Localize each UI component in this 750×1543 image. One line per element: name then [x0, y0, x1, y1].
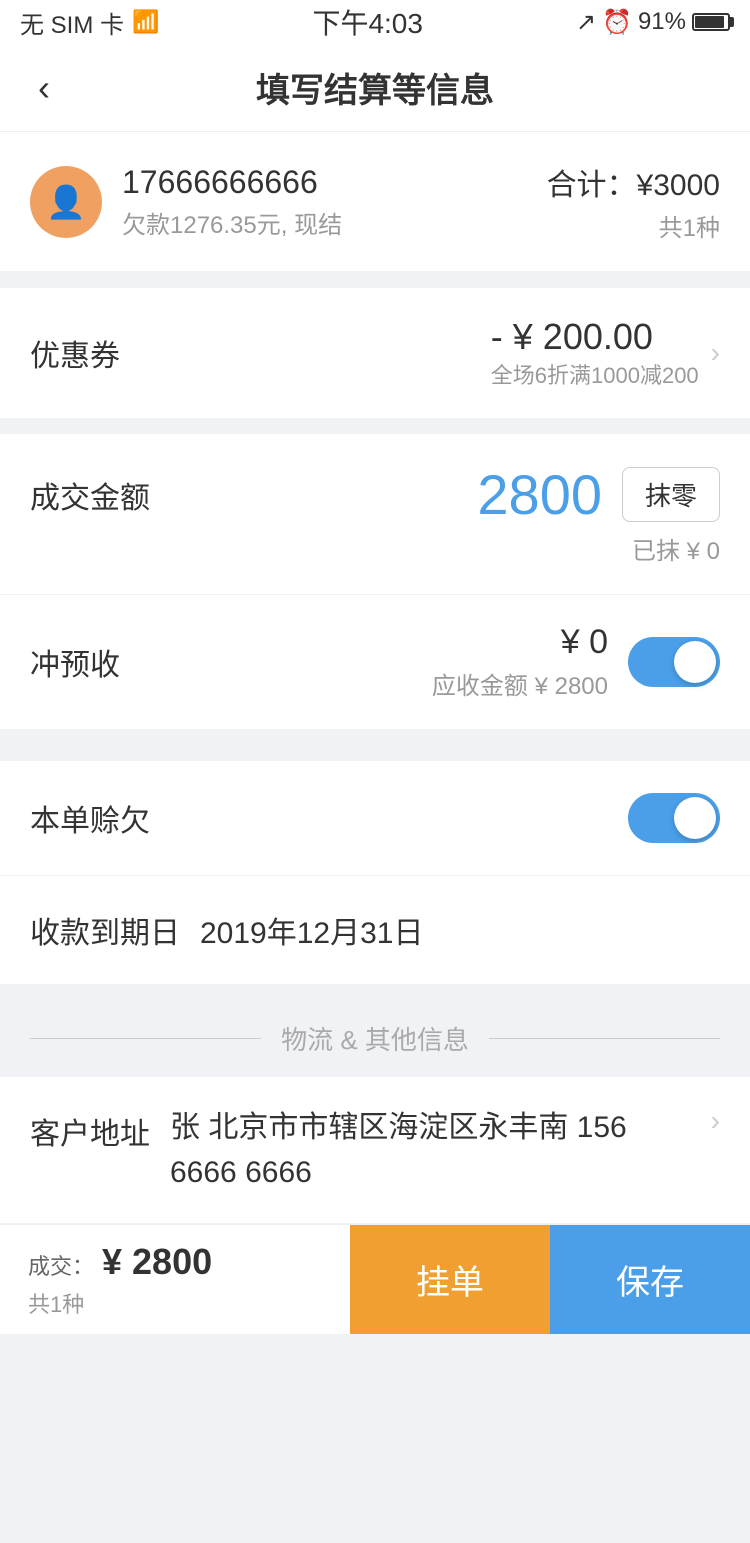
coupon-value-group: - ¥ 200.00 全场6折满1000减200: [491, 316, 699, 390]
wifi-icon: 📶: [132, 9, 159, 35]
logistics-text: 物流 & 其他信息: [281, 1020, 469, 1057]
debt-label: 本单赊欠: [30, 796, 150, 840]
round-button[interactable]: 抹零: [622, 467, 720, 522]
debt-toggle-thumb: [674, 797, 716, 839]
duedate-section: 收款到期日 2019年12月31日: [0, 875, 750, 984]
save-button-label: 保存: [616, 1255, 684, 1304]
coupon-label: 优惠券: [30, 331, 120, 375]
section-divider-1: [0, 418, 750, 434]
total-sub: 共1种: [547, 208, 720, 243]
customer-details: 17666666666 欠款1276.35元, 现结: [122, 164, 342, 240]
advance-section: 冲预收 ¥ 0 应收金额 ¥ 2800: [0, 594, 750, 729]
coupon-sub: 全场6折满1000减200: [491, 358, 699, 390]
coupon-amount: - ¥ 200.00: [491, 316, 699, 358]
deal-row: 成交金额 2800 抹零: [30, 462, 720, 527]
deal-section: 成交金额 2800 抹零 已抹 ¥ 0: [0, 434, 750, 594]
customer-info-section: 👤 17666666666 欠款1276.35元, 现结 合计：¥3000 共1…: [0, 132, 750, 271]
advance-sub: 应收金额 ¥ 2800: [432, 666, 608, 701]
customer-phone: 17666666666: [122, 164, 342, 201]
divider-line-left: [30, 1038, 261, 1039]
bottom-deal-label: 成交：: [28, 1249, 94, 1281]
address-label: 客户地址: [30, 1105, 150, 1153]
advance-amount-group: ¥ 0 应收金额 ¥ 2800: [432, 623, 608, 701]
advance-right: ¥ 0 应收金额 ¥ 2800: [432, 623, 720, 701]
advance-toggle-track: [628, 637, 720, 687]
battery-icon: [692, 13, 730, 31]
advance-value: ¥ 0: [432, 623, 608, 662]
carrier-text: 无 SIM 卡: [20, 5, 124, 40]
nav-bar: ‹ 填写结算等信息: [0, 44, 750, 132]
bottom-bar: 成交： ¥ 2800 共1种 挂单 保存: [0, 1224, 750, 1334]
hold-button-label: 挂单: [416, 1255, 484, 1304]
section-divider-2: [0, 729, 750, 745]
coupon-section[interactable]: 优惠券 - ¥ 200.00 全场6折满1000减200 ›: [0, 287, 750, 418]
advance-toggle-thumb: [674, 641, 716, 683]
bottom-deal-row: 成交： ¥ 2800: [28, 1241, 322, 1283]
deal-value: 2800: [477, 462, 602, 527]
advance-toggle[interactable]: [628, 637, 720, 687]
duedate-label: 收款到期日: [30, 908, 180, 952]
alarm-icon: ⏰: [602, 8, 632, 37]
status-left: 无 SIM 卡 📶: [20, 5, 159, 40]
duedate-row: 收款到期日 2019年12月31日: [30, 908, 720, 952]
status-bar: 无 SIM 卡 📶 下午4:03 ↗ ⏰ 91%: [0, 0, 750, 44]
address-section[interactable]: 客户地址 张 北京市市辖区海淀区永丰南 156 6666 6666 ›: [0, 1077, 750, 1223]
duedate-value: 2019年12月31日: [200, 908, 423, 952]
address-row: 客户地址 张 北京市市辖区海淀区永丰南 156 6666 6666 ›: [30, 1105, 720, 1195]
address-value: 张 北京市市辖区海淀区永丰南 156 6666 6666: [170, 1105, 691, 1195]
customer-left: 👤 17666666666 欠款1276.35元, 现结: [30, 164, 342, 240]
debt-toggle[interactable]: [628, 793, 720, 843]
deal-sub: 已抹 ¥ 0: [30, 531, 720, 566]
customer-right: 合计：¥3000 共1种: [547, 160, 720, 243]
coupon-right: - ¥ 200.00 全场6折满1000减200 ›: [491, 316, 720, 390]
avatar-icon: 👤: [46, 183, 86, 221]
page-title: 填写结算等信息: [256, 63, 494, 112]
coupon-chevron: ›: [711, 337, 720, 369]
address-chevron: ›: [711, 1105, 720, 1137]
debt-toggle-track: [628, 793, 720, 843]
avatar: 👤: [30, 166, 102, 238]
customer-subtitle: 欠款1276.35元, 现结: [122, 205, 342, 240]
time-text: 下午4:03: [312, 2, 423, 42]
location-icon: ↗: [576, 8, 596, 37]
bottom-sub: 共1种: [28, 1287, 322, 1319]
logistics-divider: 物流 & 其他信息: [0, 1000, 750, 1077]
bottom-info: 成交： ¥ 2800 共1种: [0, 1241, 350, 1319]
status-right: ↗ ⏰ 91%: [576, 8, 730, 37]
battery-text: 91%: [638, 8, 686, 36]
advance-label: 冲预收: [30, 640, 120, 684]
advance-row: 冲预收 ¥ 0 应收金额 ¥ 2800: [30, 623, 720, 701]
bottom-amount: ¥ 2800: [102, 1241, 212, 1283]
divider-line-right: [489, 1038, 720, 1039]
total-amount: 合计：¥3000: [547, 160, 720, 204]
debt-row: 本单赊欠: [30, 793, 720, 843]
hold-button[interactable]: 挂单: [350, 1225, 550, 1334]
deal-value-group: 2800 抹零: [477, 462, 720, 527]
save-button[interactable]: 保存: [550, 1225, 750, 1334]
debt-section: 本单赊欠: [0, 761, 750, 875]
deal-label: 成交金额: [30, 473, 150, 517]
back-button[interactable]: ‹: [28, 57, 60, 119]
bottom-buttons: 挂单 保存: [350, 1225, 750, 1334]
